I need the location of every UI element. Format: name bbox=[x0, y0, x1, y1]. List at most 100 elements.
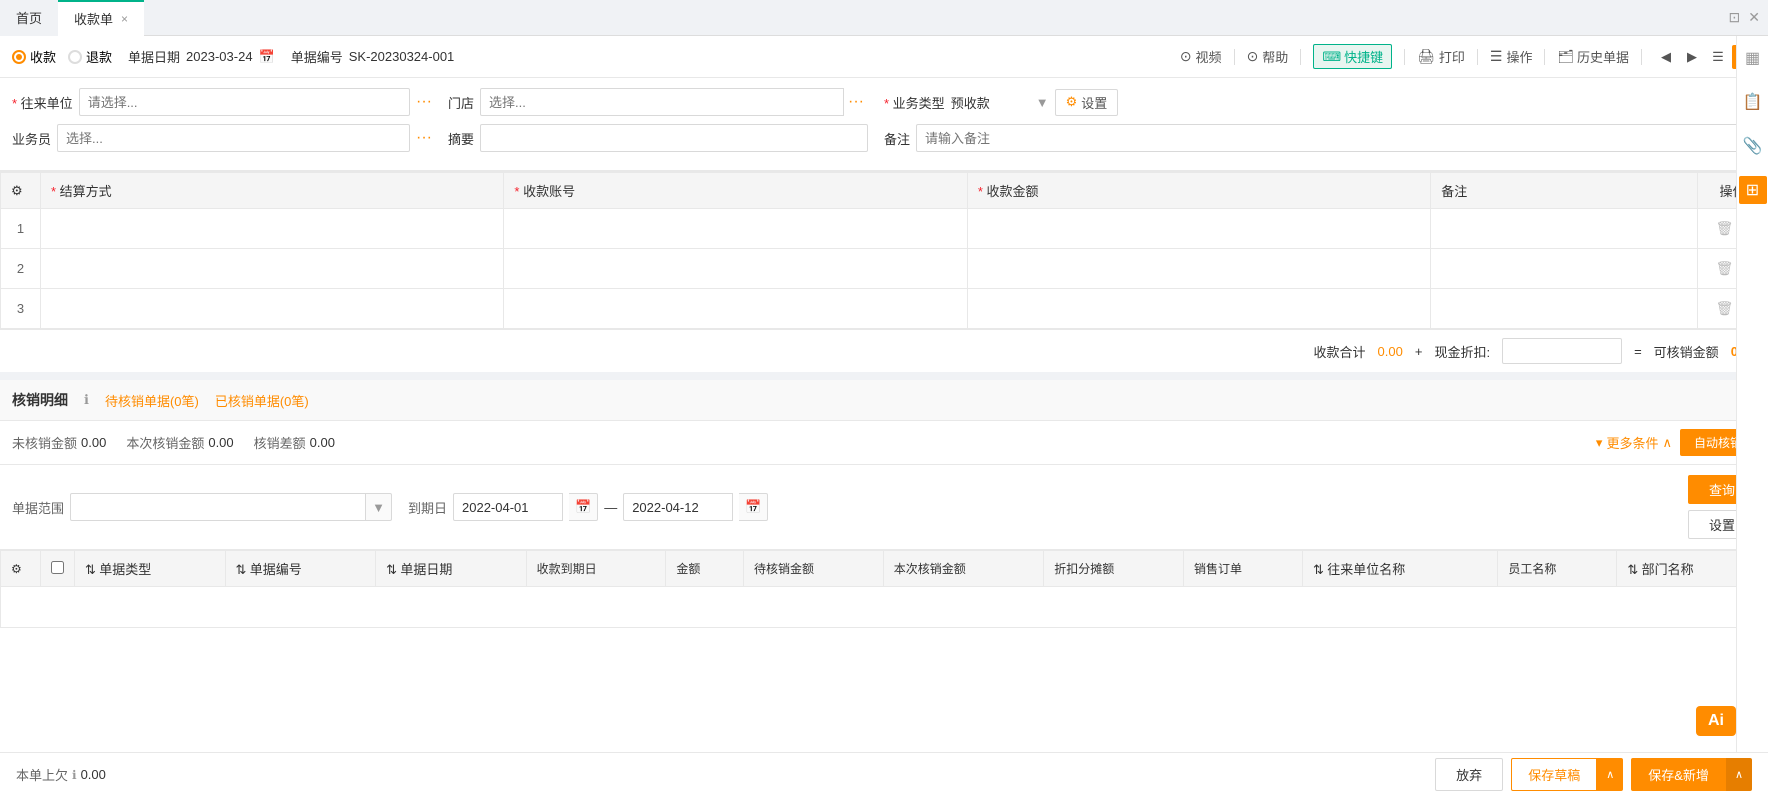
date-to-calendar-icon[interactable]: 📅 bbox=[739, 493, 768, 521]
row-1-remark[interactable] bbox=[1431, 209, 1698, 249]
row-2-delete-icon[interactable]: 🗑 bbox=[1716, 260, 1734, 277]
dept-sort[interactable]: ⇅ bbox=[1627, 562, 1638, 577]
prev-view-icon[interactable]: ◀ bbox=[1654, 45, 1678, 69]
row-3-delete-icon[interactable]: 🗑 bbox=[1716, 300, 1734, 317]
row-1-account[interactable] bbox=[504, 209, 967, 249]
save-draft-btn[interactable]: 保存草稿 bbox=[1511, 758, 1597, 791]
bottom-value: 0.00 bbox=[81, 767, 106, 782]
sidebar-table-icon[interactable]: ▦ bbox=[1739, 44, 1767, 72]
plus-sign: + bbox=[1415, 344, 1423, 359]
store-label: 门店 bbox=[448, 93, 474, 112]
counterpart-sort[interactable]: ⇅ bbox=[1313, 562, 1324, 577]
tab-close-icon[interactable]: × bbox=[121, 12, 128, 26]
pending-tab-link[interactable]: 待核销单据(0笔) bbox=[105, 391, 199, 410]
store-input[interactable] bbox=[480, 88, 844, 116]
doc-number-sort[interactable]: ⇅ bbox=[236, 562, 247, 577]
shortcut-icon: ⌨ bbox=[1322, 49, 1341, 65]
save-new-group: 保存&新增 ∧ bbox=[1631, 758, 1752, 791]
help-btn[interactable]: ⊙ 帮助 bbox=[1247, 47, 1289, 66]
row-1-amount[interactable] bbox=[967, 209, 1430, 249]
summary-input[interactable] bbox=[480, 124, 868, 152]
save-new-btn[interactable]: 保存&新增 bbox=[1631, 758, 1726, 791]
radio-receive[interactable]: 收款 bbox=[12, 47, 56, 66]
history-btn[interactable]: 🗂 历史单据 bbox=[1557, 47, 1629, 66]
select-all-checkbox[interactable] bbox=[51, 561, 64, 574]
range-select-arrow[interactable]: ▼ bbox=[366, 493, 392, 521]
date-from-calendar-icon[interactable]: 📅 bbox=[569, 493, 598, 521]
sidebar-book-icon[interactable]: 📋 bbox=[1739, 88, 1767, 116]
doc-type-sort[interactable]: ⇅ bbox=[85, 562, 96, 577]
staff-more-icon[interactable]: ··· bbox=[416, 129, 432, 147]
table-settings-header[interactable]: ⚙ bbox=[1, 173, 41, 209]
history-icon: 🗂 bbox=[1557, 49, 1574, 65]
list-view-icon[interactable]: ☰ bbox=[1706, 45, 1730, 69]
tab-current[interactable]: 收款单 × bbox=[58, 0, 144, 36]
radio-return-dot bbox=[68, 50, 82, 64]
range-select-input[interactable] bbox=[70, 493, 366, 521]
business-type-arrow[interactable]: ▼ bbox=[1036, 95, 1049, 110]
doc-date-sort[interactable]: ⇅ bbox=[386, 562, 397, 577]
remark-input[interactable] bbox=[916, 124, 1756, 152]
bottom-table-container: ⚙ ⇅ 单据类型 ⇅ 单据编号 ⇅ 单据日期 bbox=[0, 550, 1768, 628]
date-field: 单据日期 2023-03-24 📅 bbox=[128, 47, 275, 66]
row-3-remark[interactable] bbox=[1431, 289, 1698, 329]
help-icon: ⊙ bbox=[1247, 48, 1259, 65]
row-3-settlement[interactable] bbox=[41, 289, 504, 329]
counterpart-more-icon[interactable]: ··· bbox=[416, 93, 432, 111]
row-1-settlement[interactable] bbox=[41, 209, 504, 249]
staff-input[interactable] bbox=[57, 124, 410, 152]
save-new-arrow-btn[interactable]: ∧ bbox=[1726, 758, 1752, 791]
operation-btn[interactable]: ☰ 操作 bbox=[1490, 47, 1533, 66]
done-tab-link[interactable]: 已核销单据(0笔) bbox=[215, 391, 309, 410]
settings-button[interactable]: ⚙ 设置 bbox=[1055, 89, 1119, 116]
form-row-2: 业务员 ··· 摘要 备注 bbox=[12, 124, 1756, 152]
staff-label: 业务员 bbox=[12, 129, 51, 148]
remark-label: 备注 bbox=[884, 129, 910, 148]
remark-field: 备注 bbox=[884, 124, 1756, 152]
date-from-input[interactable] bbox=[453, 493, 563, 521]
restore-icon[interactable]: ⊡ bbox=[1729, 9, 1741, 26]
save-draft-arrow-btn[interactable]: ∧ bbox=[1597, 758, 1623, 791]
counterpart-input[interactable] bbox=[79, 88, 410, 116]
row-1-delete-icon[interactable]: 🗑 bbox=[1716, 220, 1734, 237]
settlement-header: 结算方式 bbox=[41, 173, 504, 209]
row-3-account[interactable] bbox=[504, 289, 967, 329]
divider3 bbox=[1404, 49, 1405, 65]
ai-badge[interactable]: Ai bbox=[1696, 706, 1736, 736]
row-2-settlement[interactable] bbox=[41, 249, 504, 289]
date-value: 2023-03-24 bbox=[186, 49, 253, 64]
print-btn[interactable]: 🖨 打印 bbox=[1417, 47, 1465, 66]
more-conditions-btn[interactable]: ▾ 更多条件 ∧ bbox=[1596, 433, 1672, 452]
toolbar-right: ⊙ 视频 ⊙ 帮助 ⌨ 快捷键 🖨 打印 ☰ 操作 bbox=[1180, 44, 1756, 69]
radio-return[interactable]: 退款 bbox=[68, 47, 112, 66]
bottom-spacer bbox=[0, 628, 1768, 672]
window-close-icon[interactable]: ✕ bbox=[1748, 9, 1760, 26]
abandon-btn[interactable]: 放弃 bbox=[1435, 758, 1503, 791]
date-to-input[interactable] bbox=[623, 493, 733, 521]
video-btn[interactable]: ⊙ 视频 bbox=[1180, 47, 1222, 66]
data-table: ⚙ 结算方式 收款账号 收款金额 备注 操作 1 bbox=[0, 172, 1768, 329]
row-3-amount[interactable] bbox=[967, 289, 1430, 329]
sidebar-expand-icon[interactable]: ⊞ bbox=[1739, 176, 1767, 204]
form-row-1: 往来单位 ··· 门店 ··· 业务类型 预收款 ▼ ⚙ bbox=[12, 88, 1756, 116]
discount-label: 现金折扣: bbox=[1434, 342, 1490, 361]
amount-header: 收款金额 bbox=[967, 173, 1430, 209]
row-2-amount[interactable] bbox=[967, 249, 1430, 289]
tab-home[interactable]: 首页 bbox=[0, 0, 58, 36]
sidebar-clip-icon[interactable]: 📎 bbox=[1739, 132, 1767, 160]
unchecked-label: 未核销金额 bbox=[12, 433, 77, 452]
bottom-settings-header[interactable]: ⚙ bbox=[1, 551, 41, 587]
bottom-table: ⚙ ⇅ 单据类型 ⇅ 单据编号 ⇅ 单据日期 bbox=[0, 550, 1768, 628]
calendar-icon[interactable]: 📅 bbox=[259, 49, 275, 65]
amount-header2: 金额 bbox=[666, 551, 744, 587]
counterpart-label: 往来单位 bbox=[12, 93, 73, 112]
business-type-label: 业务类型 bbox=[884, 93, 945, 112]
shortcut-btn[interactable]: ⌨ 快捷键 bbox=[1313, 44, 1392, 69]
discount-input[interactable] bbox=[1502, 338, 1622, 364]
row-2-remark[interactable] bbox=[1431, 249, 1698, 289]
counterpart-header: ⇅ 往来单位名称 bbox=[1302, 551, 1497, 587]
next-view-icon[interactable]: ▶ bbox=[1680, 45, 1704, 69]
info-icon[interactable]: ℹ bbox=[84, 392, 89, 408]
store-more-icon[interactable]: ··· bbox=[844, 93, 868, 111]
row-2-account[interactable] bbox=[504, 249, 967, 289]
